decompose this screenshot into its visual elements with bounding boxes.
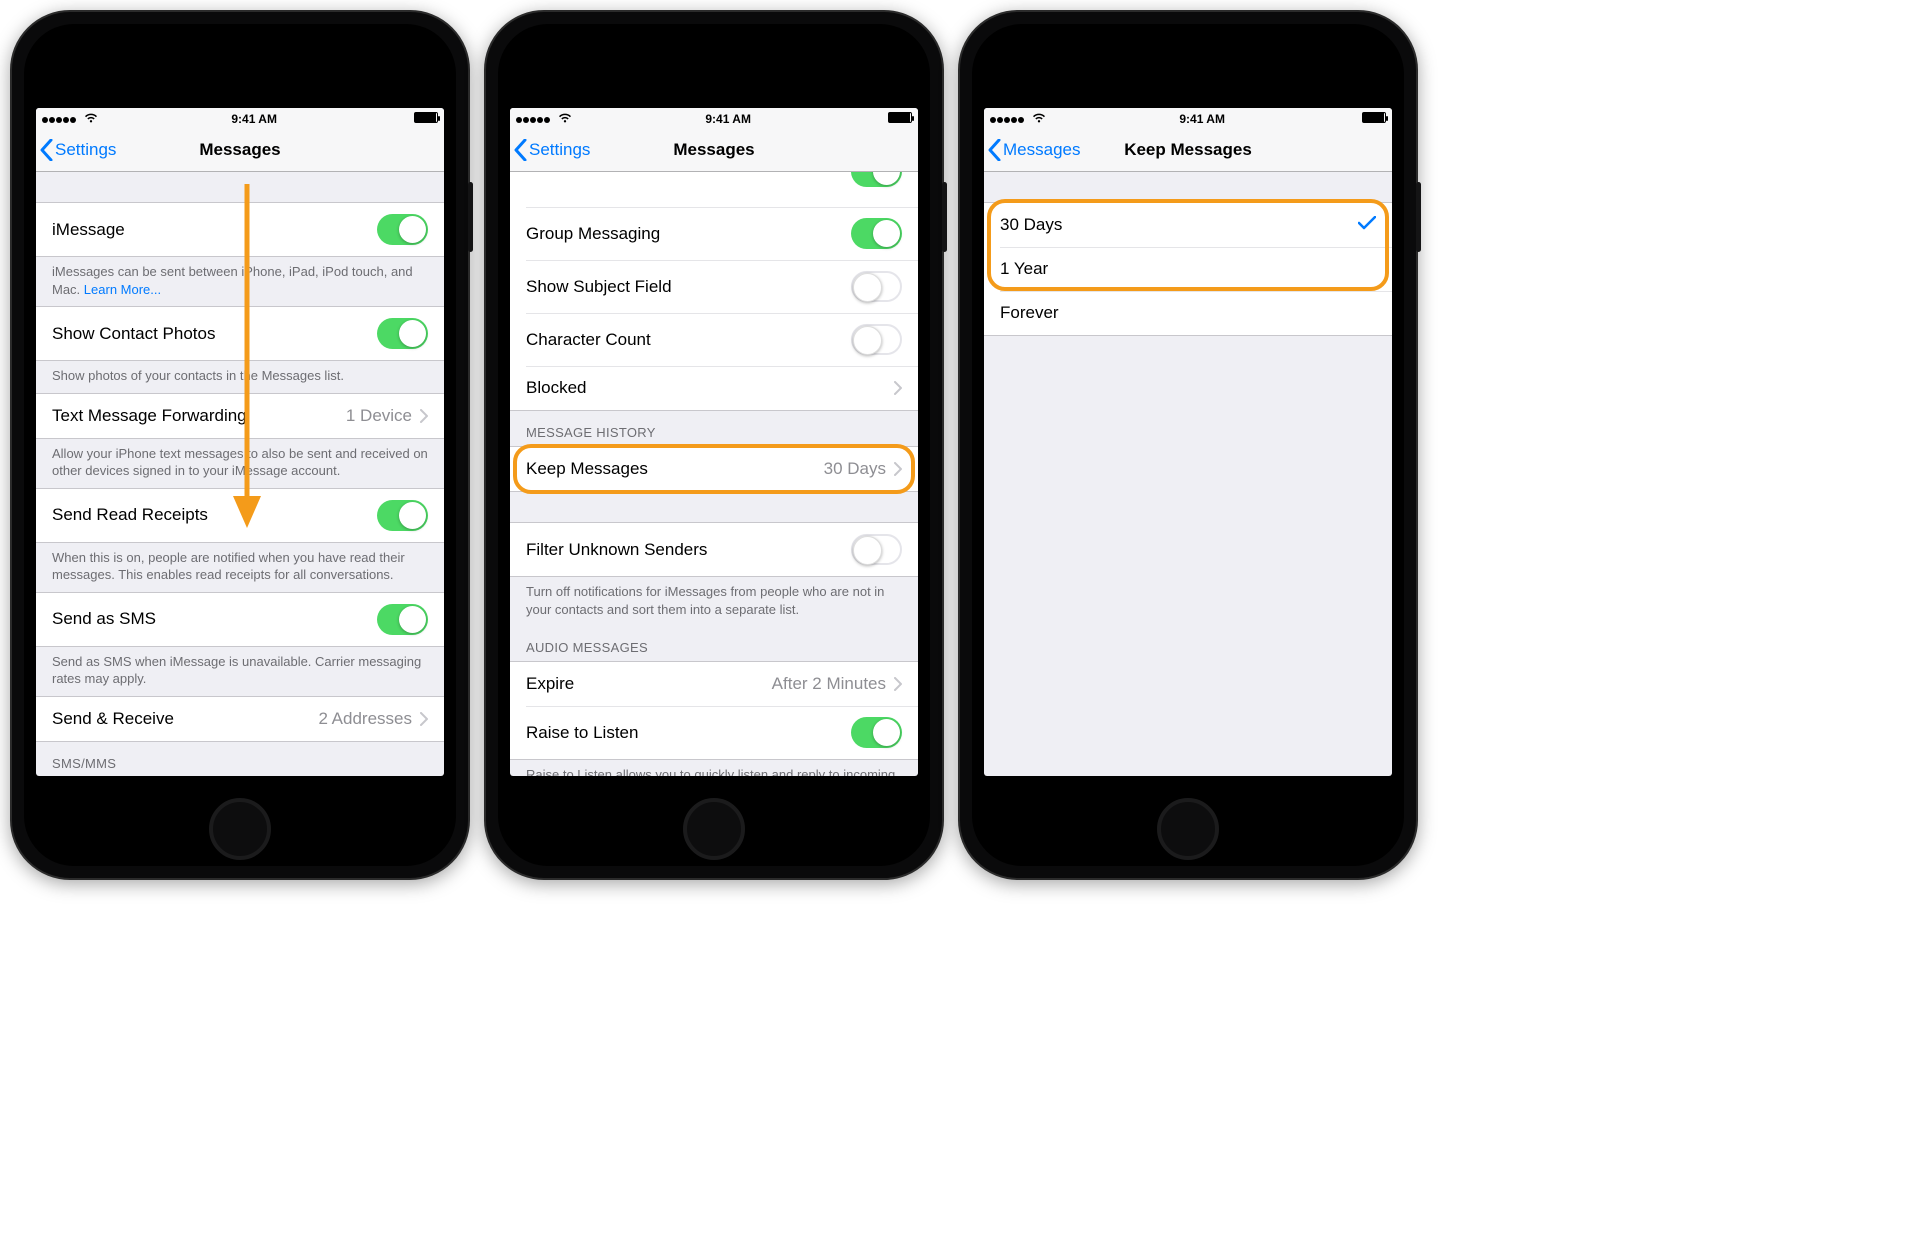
chevron-right-icon bbox=[420, 409, 428, 423]
chevron-right-icon bbox=[894, 462, 902, 476]
signal-dots-icon bbox=[516, 112, 572, 126]
back-button[interactable]: Settings bbox=[510, 139, 590, 161]
nav-bar: Settings Messages bbox=[36, 128, 444, 172]
expire-label: Expire bbox=[526, 674, 574, 694]
filter-unknown-label: Filter Unknown Senders bbox=[526, 540, 707, 560]
show-subject-label: Show Subject Field bbox=[526, 277, 672, 297]
chevron-left-icon bbox=[40, 139, 53, 161]
contact-photos-row[interactable]: Show Contact Photos bbox=[36, 307, 444, 360]
raise-to-listen-row[interactable]: Raise to Listen bbox=[510, 706, 918, 759]
send-as-sms-label: Send as SMS bbox=[52, 609, 156, 629]
option-30-days[interactable]: 30 Days bbox=[984, 203, 1392, 247]
status-time: 9:41 AM bbox=[1179, 112, 1225, 126]
contact-photos-toggle[interactable] bbox=[377, 318, 428, 349]
phone-frame-3: 9:41 AM Messages Keep Messages 30 Days bbox=[958, 10, 1418, 880]
nav-bar: Settings Messages bbox=[510, 128, 918, 172]
character-count-label: Character Count bbox=[526, 330, 651, 350]
status-bar: 9:41 AM bbox=[510, 108, 918, 128]
group-messaging-row[interactable]: Group Messaging bbox=[510, 207, 918, 260]
battery-icon bbox=[884, 112, 912, 126]
imessage-row[interactable]: iMessage bbox=[36, 203, 444, 256]
text-forwarding-footer: Allow your iPhone text messages to also … bbox=[36, 439, 444, 488]
raise-to-listen-footer: Raise to Listen allows you to quickly li… bbox=[510, 760, 918, 776]
blocked-row[interactable]: Blocked bbox=[510, 366, 918, 410]
phone-frame-2: 9:41 AM Settings Messages Group Messagi bbox=[484, 10, 944, 880]
character-count-toggle[interactable] bbox=[851, 324, 902, 355]
contact-photos-label: Show Contact Photos bbox=[52, 324, 215, 344]
chevron-left-icon bbox=[514, 139, 527, 161]
blocked-label: Blocked bbox=[526, 378, 586, 398]
send-as-sms-row[interactable]: Send as SMS bbox=[36, 593, 444, 646]
imessage-toggle[interactable] bbox=[377, 214, 428, 245]
chevron-right-icon bbox=[894, 677, 902, 691]
partial-toggle[interactable] bbox=[851, 172, 902, 187]
option-forever-label: Forever bbox=[1000, 303, 1059, 323]
group-messaging-toggle[interactable] bbox=[851, 218, 902, 249]
option-1-year[interactable]: 1 Year bbox=[984, 247, 1392, 291]
checkmark-icon bbox=[1358, 215, 1376, 235]
back-button[interactable]: Settings bbox=[36, 139, 116, 161]
nav-bar: Messages Keep Messages bbox=[984, 128, 1392, 172]
filter-unknown-toggle[interactable] bbox=[851, 534, 902, 565]
status-time: 9:41 AM bbox=[705, 112, 751, 126]
battery-icon bbox=[1358, 112, 1386, 126]
partial-row bbox=[510, 172, 918, 207]
message-history-header: MESSAGE HISTORY bbox=[510, 411, 918, 446]
imessage-label: iMessage bbox=[52, 220, 125, 240]
send-as-sms-footer: Send as SMS when iMessage is unavailable… bbox=[36, 647, 444, 696]
show-subject-row[interactable]: Show Subject Field bbox=[510, 260, 918, 313]
show-subject-toggle[interactable] bbox=[851, 271, 902, 302]
audio-messages-header: AUDIO MESSAGES bbox=[510, 626, 918, 661]
status-time: 9:41 AM bbox=[231, 112, 277, 126]
send-receive-label: Send & Receive bbox=[52, 709, 174, 729]
raise-to-listen-label: Raise to Listen bbox=[526, 723, 638, 743]
keep-messages-value: 30 Days bbox=[824, 459, 886, 479]
battery-icon bbox=[410, 112, 438, 126]
send-as-sms-toggle[interactable] bbox=[377, 604, 428, 635]
chevron-right-icon bbox=[420, 712, 428, 726]
send-receive-value: 2 Addresses bbox=[318, 709, 412, 729]
group-messaging-label: Group Messaging bbox=[526, 224, 660, 244]
send-receive-row[interactable]: Send & Receive 2 Addresses bbox=[36, 697, 444, 741]
sms-mms-header: SMS/MMS bbox=[36, 742, 444, 776]
home-button[interactable] bbox=[683, 798, 745, 860]
status-bar: 9:41 AM bbox=[984, 108, 1392, 128]
keep-messages-label: Keep Messages bbox=[526, 459, 648, 479]
text-forwarding-value: 1 Device bbox=[346, 406, 412, 426]
back-label: Settings bbox=[55, 140, 116, 160]
read-receipts-row[interactable]: Send Read Receipts bbox=[36, 489, 444, 542]
text-forwarding-label: Text Message Forwarding bbox=[52, 406, 247, 426]
chevron-left-icon bbox=[988, 139, 1001, 161]
expire-value: After 2 Minutes bbox=[772, 674, 886, 694]
home-button[interactable] bbox=[1157, 798, 1219, 860]
read-receipts-label: Send Read Receipts bbox=[52, 505, 208, 525]
expire-row[interactable]: Expire After 2 Minutes bbox=[510, 662, 918, 706]
back-label: Messages bbox=[1003, 140, 1080, 160]
chevron-right-icon bbox=[894, 381, 902, 395]
text-forwarding-row[interactable]: Text Message Forwarding 1 Device bbox=[36, 394, 444, 438]
raise-to-listen-toggle[interactable] bbox=[851, 717, 902, 748]
home-button[interactable] bbox=[209, 798, 271, 860]
status-bar: 9:41 AM bbox=[36, 108, 444, 128]
phone-frame-1: 9:41 AM Settings Messages iMessage bbox=[10, 10, 470, 880]
option-1-year-label: 1 Year bbox=[1000, 259, 1048, 279]
character-count-row[interactable]: Character Count bbox=[510, 313, 918, 366]
contact-photos-footer: Show photos of your contacts in the Mess… bbox=[36, 361, 444, 393]
read-receipts-footer: When this is on, people are notified whe… bbox=[36, 543, 444, 592]
signal-dots-icon bbox=[42, 112, 98, 126]
signal-dots-icon bbox=[990, 112, 1046, 126]
learn-more-link[interactable]: Learn More... bbox=[84, 282, 161, 297]
keep-messages-row[interactable]: Keep Messages 30 Days bbox=[510, 447, 918, 491]
filter-unknown-row[interactable]: Filter Unknown Senders bbox=[510, 523, 918, 576]
filter-unknown-footer: Turn off notifications for iMessages fro… bbox=[510, 577, 918, 626]
option-30-days-label: 30 Days bbox=[1000, 215, 1062, 235]
back-button[interactable]: Messages bbox=[984, 139, 1080, 161]
read-receipts-toggle[interactable] bbox=[377, 500, 428, 531]
option-forever[interactable]: Forever bbox=[984, 291, 1392, 335]
imessage-footer: iMessages can be sent between iPhone, iP… bbox=[36, 257, 444, 306]
back-label: Settings bbox=[529, 140, 590, 160]
